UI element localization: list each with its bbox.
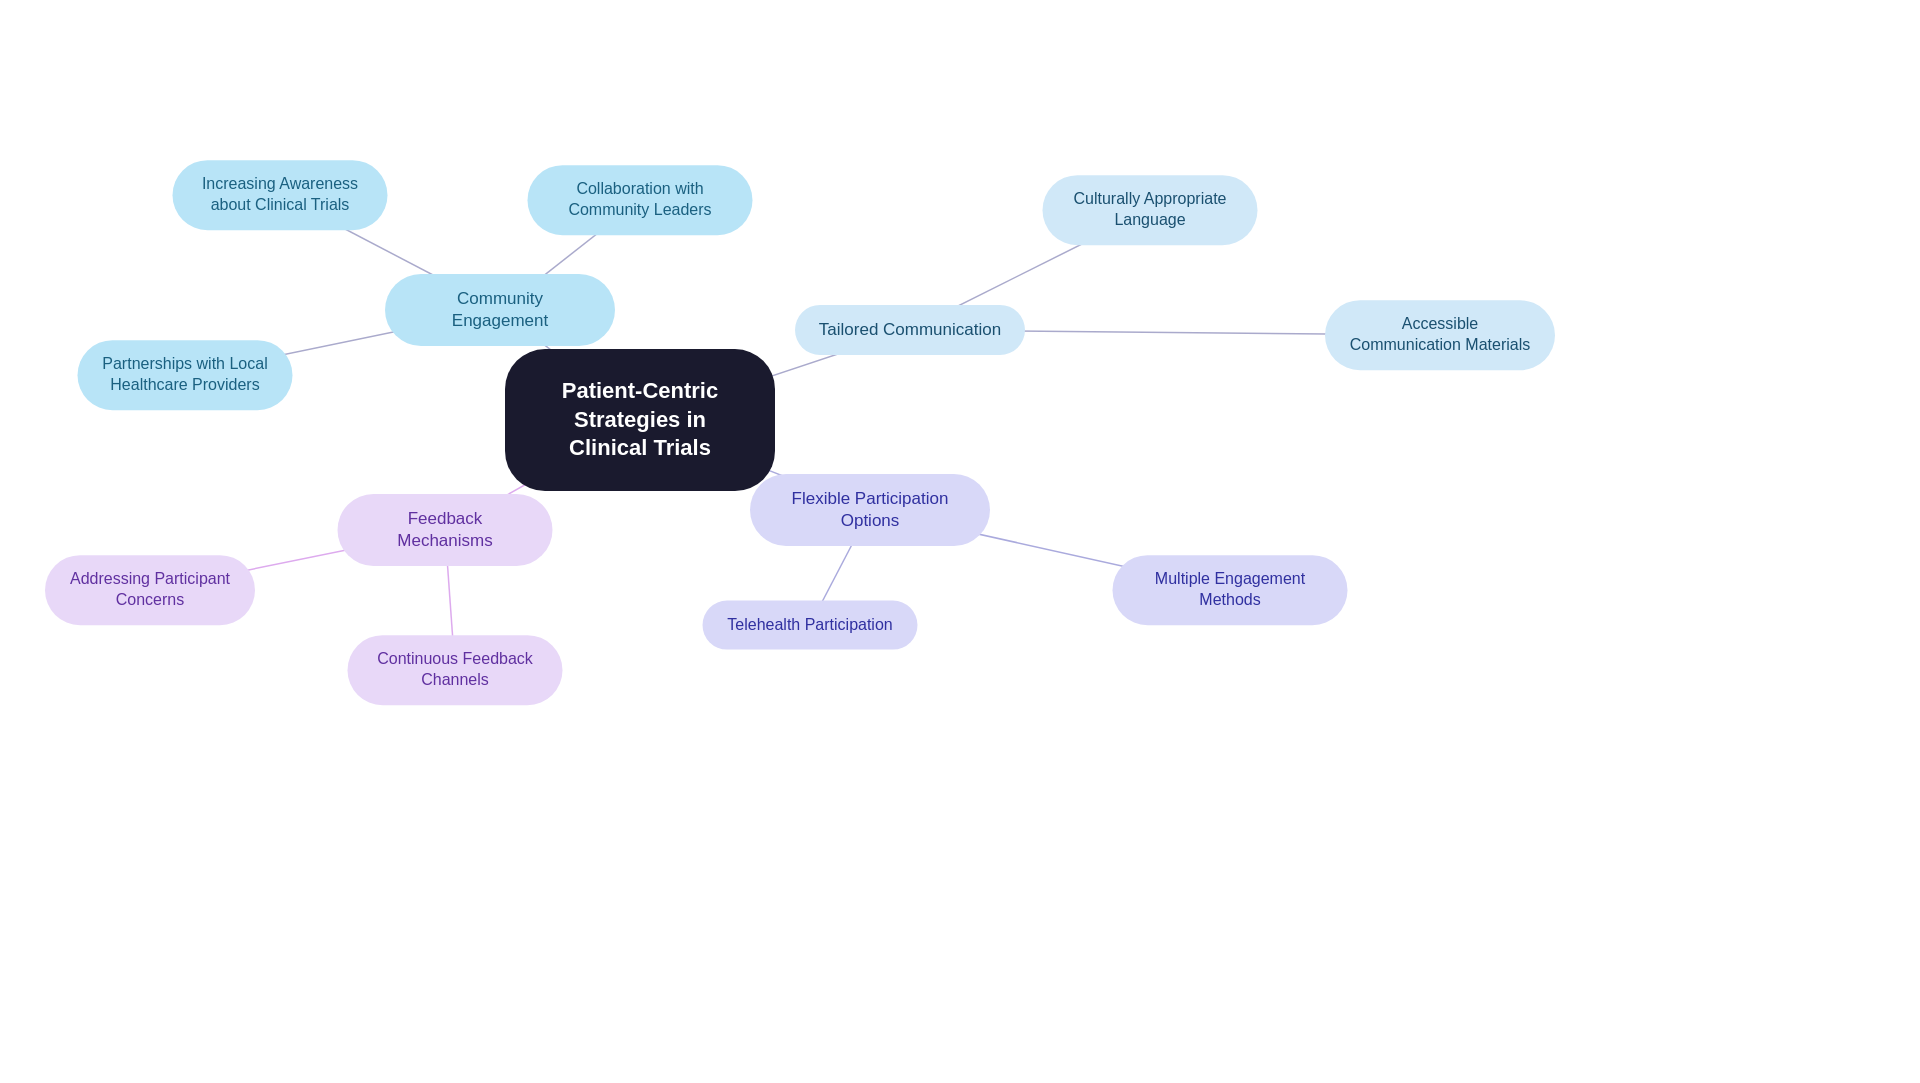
partnerships-node: Partnerships with Local Healthcare Provi… <box>78 340 293 410</box>
feedback-mechanisms-node: Feedback Mechanisms <box>338 494 553 566</box>
telehealth-node: Telehealth Participation <box>703 601 918 650</box>
multiple-engagement-node: Multiple Engagement Methods <box>1113 555 1348 625</box>
continuous-feedback-node: Continuous Feedback Channels <box>348 635 563 705</box>
accessible-materials-node: Accessible Communication Materials <box>1325 300 1555 370</box>
tailored-communication-node: Tailored Communication <box>795 305 1025 355</box>
culturally-appropriate-node: Culturally Appropriate Language <box>1043 175 1258 245</box>
collaboration-node: Collaboration with Community Leaders <box>528 165 753 235</box>
addressing-concerns-node: Addressing Participant Concerns <box>45 555 255 625</box>
increasing-awareness-node: Increasing Awareness about Clinical Tria… <box>173 160 388 230</box>
flexible-participation-node: Flexible Participation Options <box>750 474 990 546</box>
community-engagement-node: Community Engagement <box>385 274 615 346</box>
center-node: Patient-Centric Strategies in Clinical T… <box>505 349 775 491</box>
